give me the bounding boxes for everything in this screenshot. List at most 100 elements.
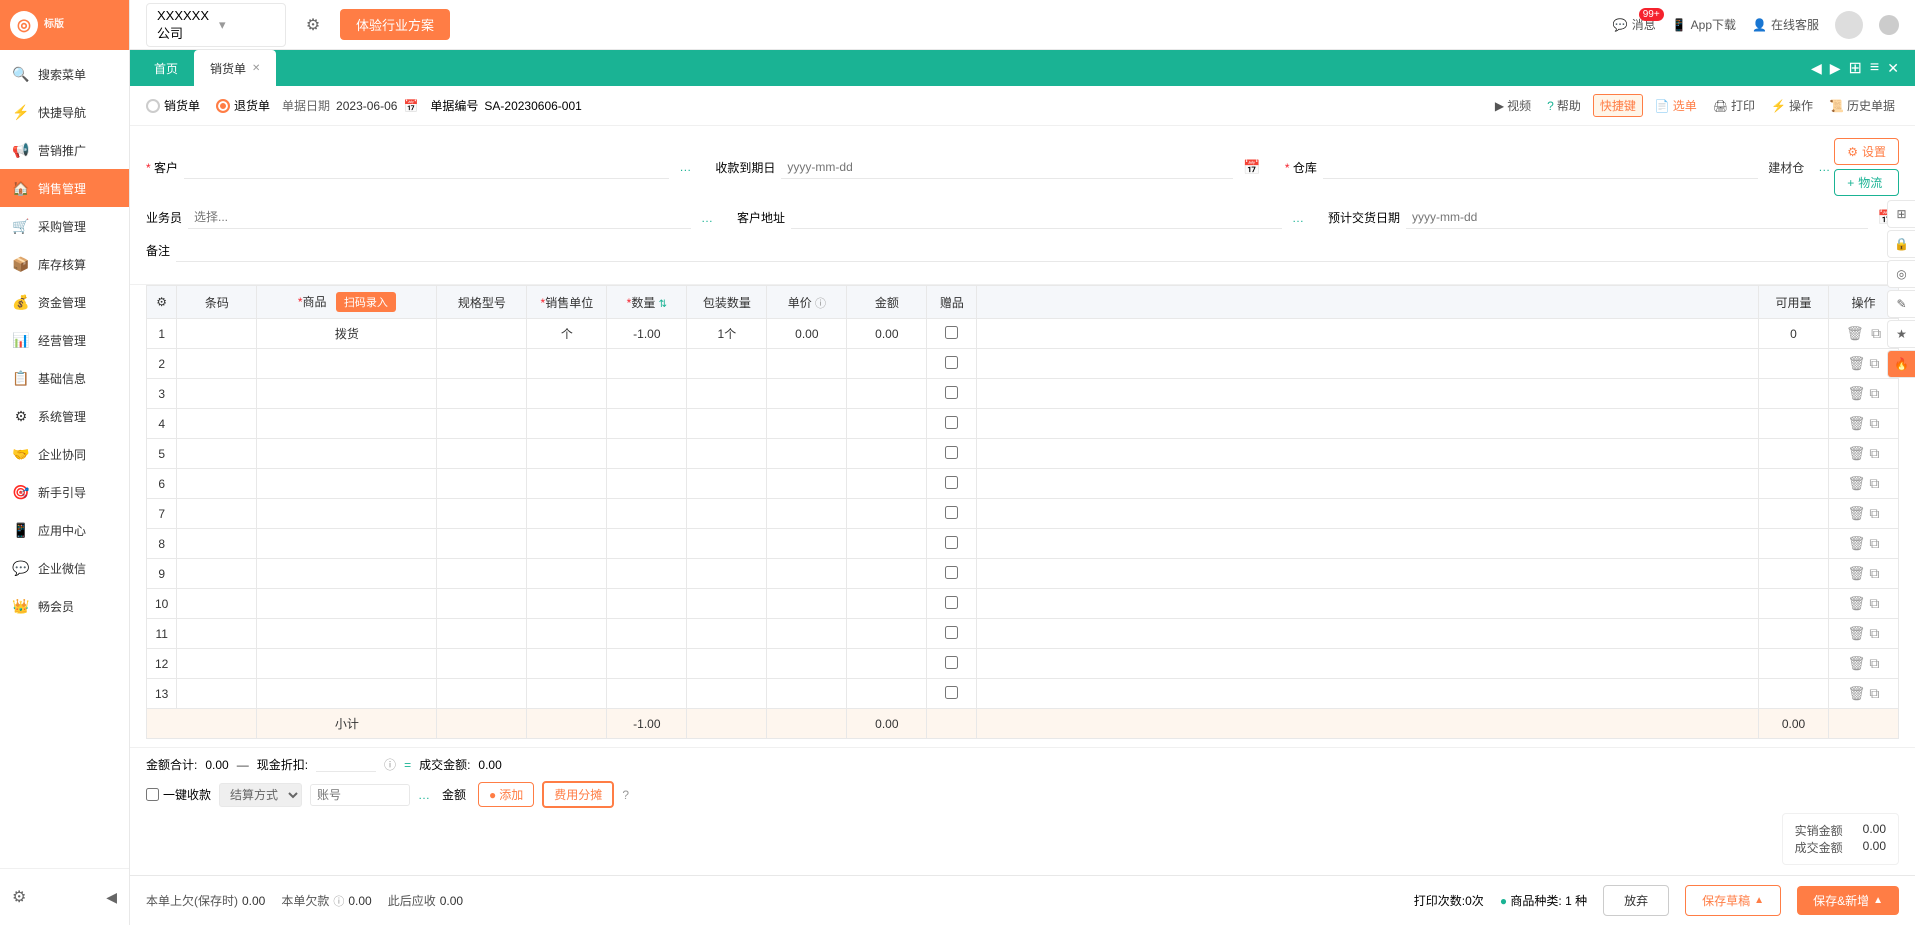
sidebar-item-finance[interactable]: 💰 资金管理 <box>0 283 129 321</box>
customer-dots-btn[interactable]: … <box>675 160 695 174</box>
copy-row-13-btn[interactable]: ⧉ <box>1867 685 1881 701</box>
radio-sales-order[interactable]: 销货单 <box>146 97 200 114</box>
row-gift-1[interactable] <box>927 319 977 349</box>
due-date-calendar-icon[interactable]: 📅 <box>1239 159 1264 176</box>
copy-row-3-btn[interactable]: ⧉ <box>1867 385 1881 401</box>
history-btn[interactable]: 📜 历史单据 <box>1825 95 1899 116</box>
qty-sort-icon[interactable]: ⇅ <box>659 299 667 310</box>
sidebar-item-guide[interactable]: 🎯 新手引导 <box>0 473 129 511</box>
delete-row-6-btn[interactable]: 🗑 <box>1846 475 1868 491</box>
customer-addr-input[interactable] <box>791 206 1282 229</box>
company-selector[interactable]: XXXXXX公司 ▾ <box>146 3 286 47</box>
copy-row-10-btn[interactable]: ⧉ <box>1867 595 1881 611</box>
discount-info-icon[interactable]: ⓘ <box>384 756 396 773</box>
sidebar-item-quick-nav[interactable]: ⚡ 快捷导航 <box>0 93 129 131</box>
copy-row-1-btn[interactable]: ⧉ <box>1869 325 1883 341</box>
print-btn[interactable]: 🖨 打印 <box>1709 95 1759 116</box>
sidebar-item-app-center[interactable]: 📱 应用中心 <box>0 511 129 549</box>
copy-row-11-btn[interactable]: ⧉ <box>1867 625 1881 641</box>
scan-button[interactable]: 扫码录入 <box>336 292 396 312</box>
sidebar-item-marketing[interactable]: 📢 营销推广 <box>0 131 129 169</box>
sidebar-item-purchase[interactable]: 🛒 采购管理 <box>0 207 129 245</box>
account-input[interactable] <box>310 784 410 806</box>
save-draft-button[interactable]: 保存草稿 ▲ <box>1685 885 1781 916</box>
note-input[interactable] <box>176 239 1899 262</box>
col-settings[interactable]: ⚙ <box>147 286 177 319</box>
copy-row-7-btn[interactable]: ⧉ <box>1867 505 1881 521</box>
row-unit-1[interactable]: 个 <box>527 319 607 349</box>
sidebar-item-sales[interactable]: 🏠 销售管理 <box>0 169 129 207</box>
gift-checkbox-3[interactable] <box>945 386 958 399</box>
gift-checkbox-11[interactable] <box>945 626 958 639</box>
payment-checkbox[interactable] <box>146 788 159 801</box>
gift-checkbox-2[interactable] <box>945 356 958 369</box>
help-btn[interactable]: ? 帮助 <box>1543 95 1585 116</box>
discard-button[interactable]: 放弃 <box>1603 885 1669 916</box>
salesperson-input[interactable] <box>188 206 691 229</box>
gift-checkbox-5[interactable] <box>945 446 958 459</box>
sidebar-item-member[interactable]: 👑 畅会员 <box>0 587 129 625</box>
row-qty-1[interactable]: -1.00 <box>607 319 687 349</box>
fenpei-help-icon[interactable]: ? <box>622 788 629 802</box>
row-barcode-1[interactable] <box>177 319 257 349</box>
save-new-button[interactable]: 保存&新增 ▲ <box>1797 886 1899 915</box>
delete-row-11-btn[interactable]: 🗑 <box>1846 625 1868 641</box>
sidebar-item-enterprise[interactable]: 🤝 企业协同 <box>0 435 129 473</box>
copy-row-2-btn[interactable]: ⧉ <box>1867 355 1881 371</box>
sidebar-item-inventory[interactable]: 📦 库存核算 <box>0 245 129 283</box>
float-btn-2[interactable]: 🔒 <box>1887 230 1915 258</box>
discount-input[interactable] <box>316 757 376 772</box>
row-spec-1[interactable] <box>437 319 527 349</box>
tab-sales-order[interactable]: 销货单 ✕ <box>194 50 276 86</box>
shortcut-btn[interactable]: 快捷键 <box>1593 94 1643 117</box>
delete-row-12-btn[interactable]: 🗑 <box>1846 655 1868 671</box>
sidebar-item-search[interactable]: 🔍 搜索菜单 <box>0 55 129 93</box>
user-avatar[interactable] <box>1835 11 1863 39</box>
due-date-input[interactable] <box>781 156 1233 179</box>
delete-row-7-btn[interactable]: 🗑 <box>1846 505 1868 521</box>
gift-checkbox-1[interactable] <box>945 326 958 339</box>
delete-row-1-btn[interactable]: 🗑 <box>1844 325 1866 341</box>
copy-row-9-btn[interactable]: ⧉ <box>1867 565 1881 581</box>
sidebar-item-operations[interactable]: 📊 经营管理 <box>0 321 129 359</box>
payment-checkbox-label[interactable]: 一键收款 <box>146 786 211 803</box>
settings-bottom-icon[interactable]: ⚙ <box>12 887 26 907</box>
row-price-1[interactable]: 0.00 <box>767 319 847 349</box>
delete-row-13-btn[interactable]: 🗑 <box>1846 685 1868 701</box>
row-product-1[interactable]: 拨货 <box>257 319 437 349</box>
app-download-button[interactable]: 📱 App下载 <box>1672 16 1736 33</box>
settle-method-select[interactable]: 结算方式 <box>219 783 302 807</box>
calendar-icon[interactable]: 📅 <box>403 99 418 113</box>
delete-row-3-btn[interactable]: 🗑 <box>1846 385 1868 401</box>
settings-action-btn[interactable]: ⚙ 设置 <box>1834 138 1899 165</box>
online-service-button[interactable]: 👤 在线客服 <box>1752 16 1819 33</box>
product-type-icon[interactable]: ● <box>1500 894 1507 908</box>
stat2-info-icon[interactable]: ⓘ <box>333 893 344 909</box>
try-solution-button[interactable]: 体验行业方案 <box>340 9 450 40</box>
warehouse-input[interactable] <box>1323 156 1758 179</box>
price-info-icon[interactable]: ⓘ <box>815 298 826 310</box>
copy-row-6-btn[interactable]: ⧉ <box>1867 475 1881 491</box>
logistics-action-btn[interactable]: + 物流 <box>1834 169 1899 196</box>
radio-return-order[interactable]: 退货单 <box>216 97 270 114</box>
tab-prev-icon[interactable]: ◀ <box>1811 60 1822 77</box>
copy-row-12-btn[interactable]: ⧉ <box>1867 655 1881 671</box>
customer-addr-dots-btn[interactable]: … <box>1288 211 1308 225</box>
customer-input[interactable] <box>184 156 669 179</box>
settings-gear-button[interactable]: ⚙ <box>298 10 328 40</box>
add-payment-btn[interactable]: ● 添加 <box>478 782 534 807</box>
tab-fullscreen-icon[interactable]: ✕ <box>1887 60 1899 77</box>
delete-row-4-btn[interactable]: 🗑 <box>1846 415 1868 431</box>
copy-row-4-btn[interactable]: ⧉ <box>1867 415 1881 431</box>
tab-list-icon[interactable]: ≡ <box>1870 59 1879 77</box>
gift-checkbox-4[interactable] <box>945 416 958 429</box>
sidebar-item-wechat[interactable]: 💬 企业微信 <box>0 549 129 587</box>
copy-row-5-btn[interactable]: ⧉ <box>1867 445 1881 461</box>
float-btn-6[interactable]: 🔥 <box>1887 350 1915 378</box>
tab-close-icon[interactable]: ✕ <box>252 63 260 74</box>
gift-checkbox-8[interactable] <box>945 536 958 549</box>
delete-row-2-btn[interactable]: 🗑 <box>1846 355 1868 371</box>
tab-next-icon[interactable]: ▶ <box>1830 60 1841 77</box>
gift-checkbox-12[interactable] <box>945 656 958 669</box>
row-pkgqty-1[interactable]: 1个 <box>687 319 767 349</box>
